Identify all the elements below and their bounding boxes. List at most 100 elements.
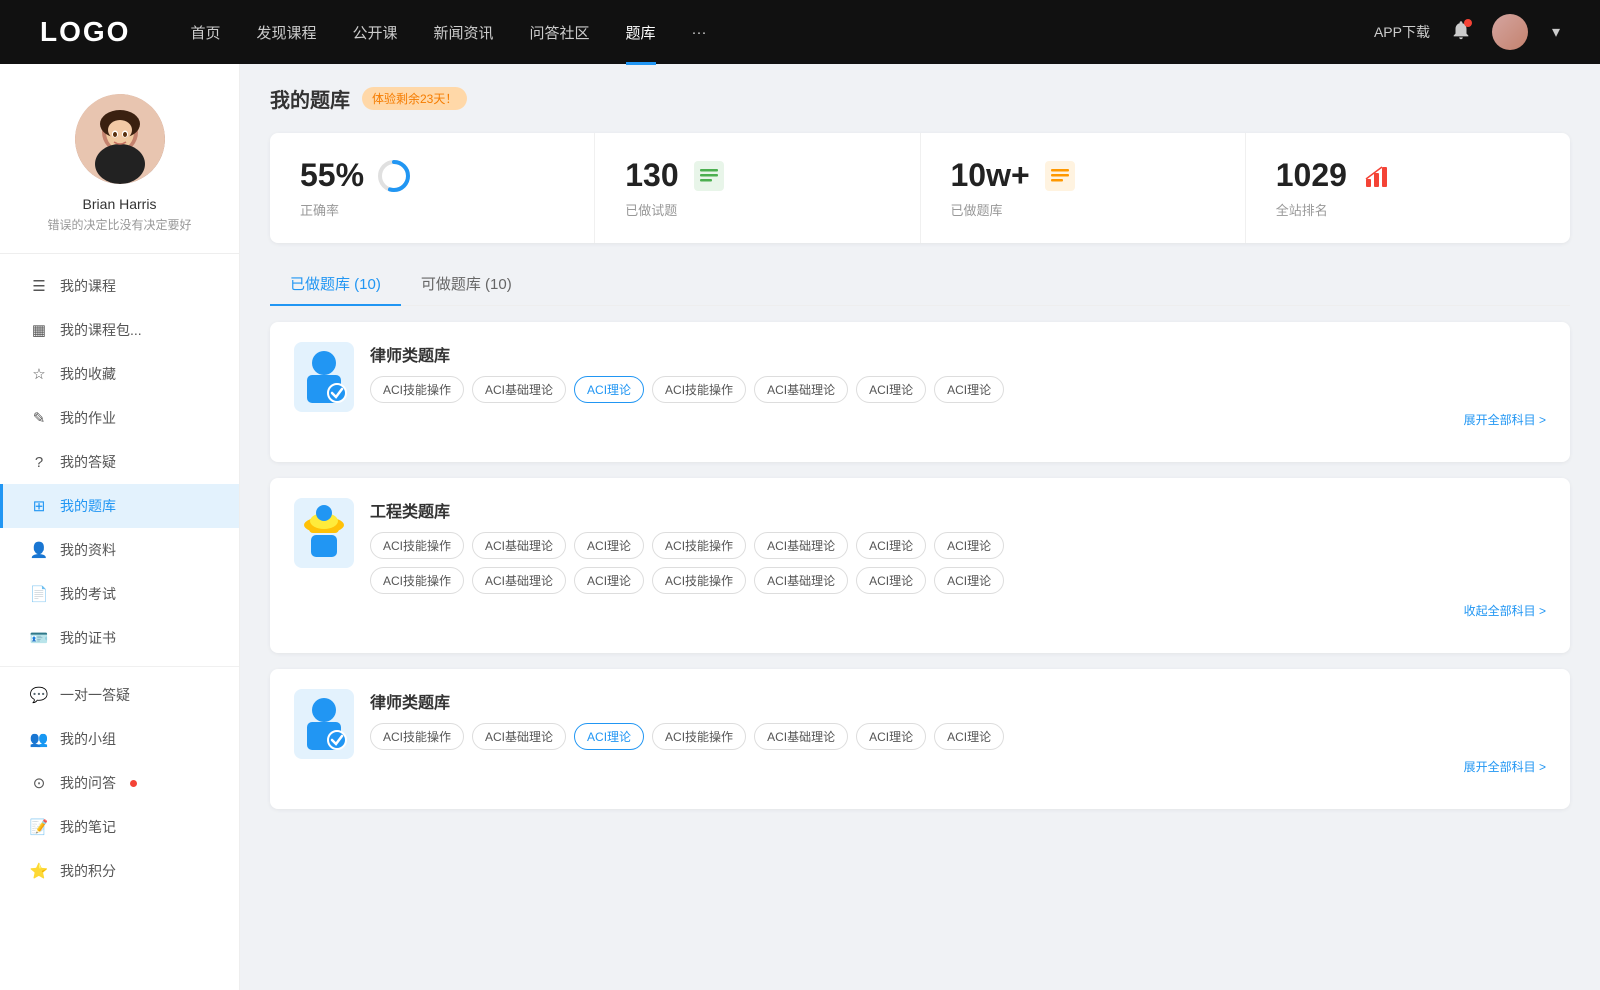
main-content: 我的题库 体验剩余23天！ 55% 正确率	[240, 64, 1600, 990]
tab-available[interactable]: 可做题库 (10)	[401, 263, 532, 306]
list-orange-icon	[1042, 158, 1078, 194]
score-icon: ⭐	[30, 862, 48, 880]
sidebar-item-one-on-one[interactable]: 💬 一对一答疑	[0, 673, 239, 717]
sidebar-item-course-package[interactable]: ▦ 我的课程包...	[0, 308, 239, 352]
star-icon: ☆	[30, 365, 48, 383]
tabs: 已做题库 (10) 可做题库 (10)	[270, 263, 1570, 306]
sidebar-item-my-course[interactable]: ☰ 我的课程	[0, 264, 239, 308]
sidebar-item-my-qa[interactable]: ⊙ 我的问答	[0, 761, 239, 805]
sidebar-item-qbank[interactable]: ⊞ 我的题库	[0, 484, 239, 528]
exam-icon: 📄	[30, 585, 48, 603]
chevron-down-icon[interactable]: ▾	[1552, 22, 1560, 42]
tag-1-6[interactable]: ACI理论	[934, 532, 1004, 559]
tag-1-3[interactable]: ACI技能操作	[652, 532, 746, 559]
sidebar-item-exam[interactable]: 📄 我的考试	[0, 572, 239, 616]
qbank-name-0: 律师类题库	[370, 342, 1546, 366]
qbank-icon: ⊞	[30, 497, 48, 515]
notification-bell[interactable]	[1450, 19, 1472, 46]
cert-icon: 🪪	[30, 629, 48, 647]
people-icon: 👤	[30, 541, 48, 559]
tag-0-4[interactable]: ACI基础理论	[754, 376, 848, 403]
qa-icon: ⊙	[30, 774, 48, 792]
stat-done-banks: 10w+ 已做题库	[921, 133, 1246, 243]
sidebar-item-notes[interactable]: 📝 我的笔记	[0, 805, 239, 849]
qbank-info-2: 律师类题库 ACI技能操作 ACI基础理论 ACI理论 ACI技能操作 ACI基…	[370, 689, 1546, 775]
tag-1-5[interactable]: ACI理论	[856, 532, 926, 559]
stat-rank: 1029 全站排名	[1246, 133, 1570, 243]
tab-done[interactable]: 已做题库 (10)	[270, 263, 401, 306]
note-icon: 📝	[30, 818, 48, 836]
done-banks-value: 10w+	[951, 157, 1030, 194]
sidebar-item-profile[interactable]: 👤 我的资料	[0, 528, 239, 572]
list-green-icon	[691, 158, 727, 194]
tag-1-8[interactable]: ACI基础理论	[472, 567, 566, 594]
rank-label: 全站排名	[1276, 200, 1540, 219]
tag-2-5[interactable]: ACI理论	[856, 723, 926, 750]
tag-1-1[interactable]: ACI基础理论	[472, 532, 566, 559]
expand-link-0[interactable]: 展开全部科目 >	[370, 411, 1546, 428]
qa-notification-dot	[130, 780, 137, 787]
collapse-link-1[interactable]: 收起全部科目 >	[370, 602, 1546, 619]
done-banks-label: 已做题库	[951, 200, 1215, 219]
tag-1-7[interactable]: ACI技能操作	[370, 567, 464, 594]
tag-0-1[interactable]: ACI基础理论	[472, 376, 566, 403]
page-title: 我的题库	[270, 84, 350, 113]
tag-0-5[interactable]: ACI理论	[856, 376, 926, 403]
tag-2-2[interactable]: ACI理论	[574, 723, 644, 750]
sidebar-item-certificate[interactable]: 🪪 我的证书	[0, 616, 239, 660]
tag-1-12[interactable]: ACI理论	[856, 567, 926, 594]
done-questions-label: 已做试题	[625, 200, 889, 219]
sidebar-item-points[interactable]: ⭐ 我的积分	[0, 849, 239, 893]
tag-1-9[interactable]: ACI理论	[574, 567, 644, 594]
tag-1-11[interactable]: ACI基础理论	[754, 567, 848, 594]
sidebar: Brian Harris 错误的决定比没有决定要好 ☰ 我的课程 ▦ 我的课程包…	[0, 64, 240, 990]
nav-qbank[interactable]: 题库	[626, 22, 656, 43]
nav-discover[interactable]: 发现课程	[256, 22, 316, 43]
tag-2-3[interactable]: ACI技能操作	[652, 723, 746, 750]
tag-1-10[interactable]: ACI技能操作	[652, 567, 746, 594]
tag-0-0[interactable]: ACI技能操作	[370, 376, 464, 403]
tag-1-2[interactable]: ACI理论	[574, 532, 644, 559]
stats-row: 55% 正确率 130	[270, 133, 1570, 243]
sidebar-item-my-answers[interactable]: ? 我的答疑	[0, 440, 239, 484]
tag-2-0[interactable]: ACI技能操作	[370, 723, 464, 750]
user-name: Brian Harris	[83, 196, 157, 212]
tag-0-6[interactable]: ACI理论	[934, 376, 1004, 403]
chat-icon: 💬	[30, 686, 48, 704]
nav-home[interactable]: 首页	[190, 22, 220, 43]
accuracy-label: 正确率	[300, 200, 564, 219]
app-download-link[interactable]: APP下载	[1374, 22, 1430, 42]
group-icon: 👥	[30, 730, 48, 748]
stat-accuracy: 55% 正确率	[270, 133, 595, 243]
donut-chart-icon	[376, 158, 412, 194]
nav-news[interactable]: 新闻资讯	[434, 22, 494, 43]
sidebar-profile: Brian Harris 错误的决定比没有决定要好	[0, 94, 239, 254]
tags-row-0: ACI技能操作 ACI基础理论 ACI理论 ACI技能操作 ACI基础理论 AC…	[370, 376, 1546, 403]
sidebar-item-favorites[interactable]: ☆ 我的收藏	[0, 352, 239, 396]
tag-0-2[interactable]: ACI理论	[574, 376, 644, 403]
avatar[interactable]	[1492, 14, 1528, 50]
sidebar-item-group[interactable]: 👥 我的小组	[0, 717, 239, 761]
qbank-name-2: 律师类题库	[370, 689, 1546, 713]
tag-2-4[interactable]: ACI基础理论	[754, 723, 848, 750]
stat-done-questions: 130 已做试题	[595, 133, 920, 243]
doc-icon: ☰	[30, 277, 48, 295]
qbank-card-2: 律师类题库 ACI技能操作 ACI基础理论 ACI理论 ACI技能操作 ACI基…	[270, 669, 1570, 809]
tag-2-1[interactable]: ACI基础理论	[472, 723, 566, 750]
tag-1-0[interactable]: ACI技能操作	[370, 532, 464, 559]
nav-right: APP下载 ▾	[1374, 14, 1560, 50]
nav-opencourse[interactable]: 公开课	[352, 22, 397, 43]
trial-badge: 体验剩余23天！	[362, 87, 467, 110]
tag-0-3[interactable]: ACI技能操作	[652, 376, 746, 403]
menu-divider	[0, 666, 239, 667]
tags-row-2: ACI技能操作 ACI基础理论 ACI理论 ACI技能操作 ACI基础理论 AC…	[370, 723, 1546, 750]
tag-1-13[interactable]: ACI理论	[934, 567, 1004, 594]
nav-qa[interactable]: 问答社区	[530, 22, 590, 43]
nav-more[interactable]: ···	[692, 24, 707, 41]
tag-2-6[interactable]: ACI理论	[934, 723, 1004, 750]
qbank-icon-lawyer-2	[294, 689, 354, 759]
notification-dot	[1464, 19, 1472, 27]
expand-link-2[interactable]: 展开全部科目 >	[370, 758, 1546, 775]
sidebar-item-homework[interactable]: ✎ 我的作业	[0, 396, 239, 440]
tag-1-4[interactable]: ACI基础理论	[754, 532, 848, 559]
